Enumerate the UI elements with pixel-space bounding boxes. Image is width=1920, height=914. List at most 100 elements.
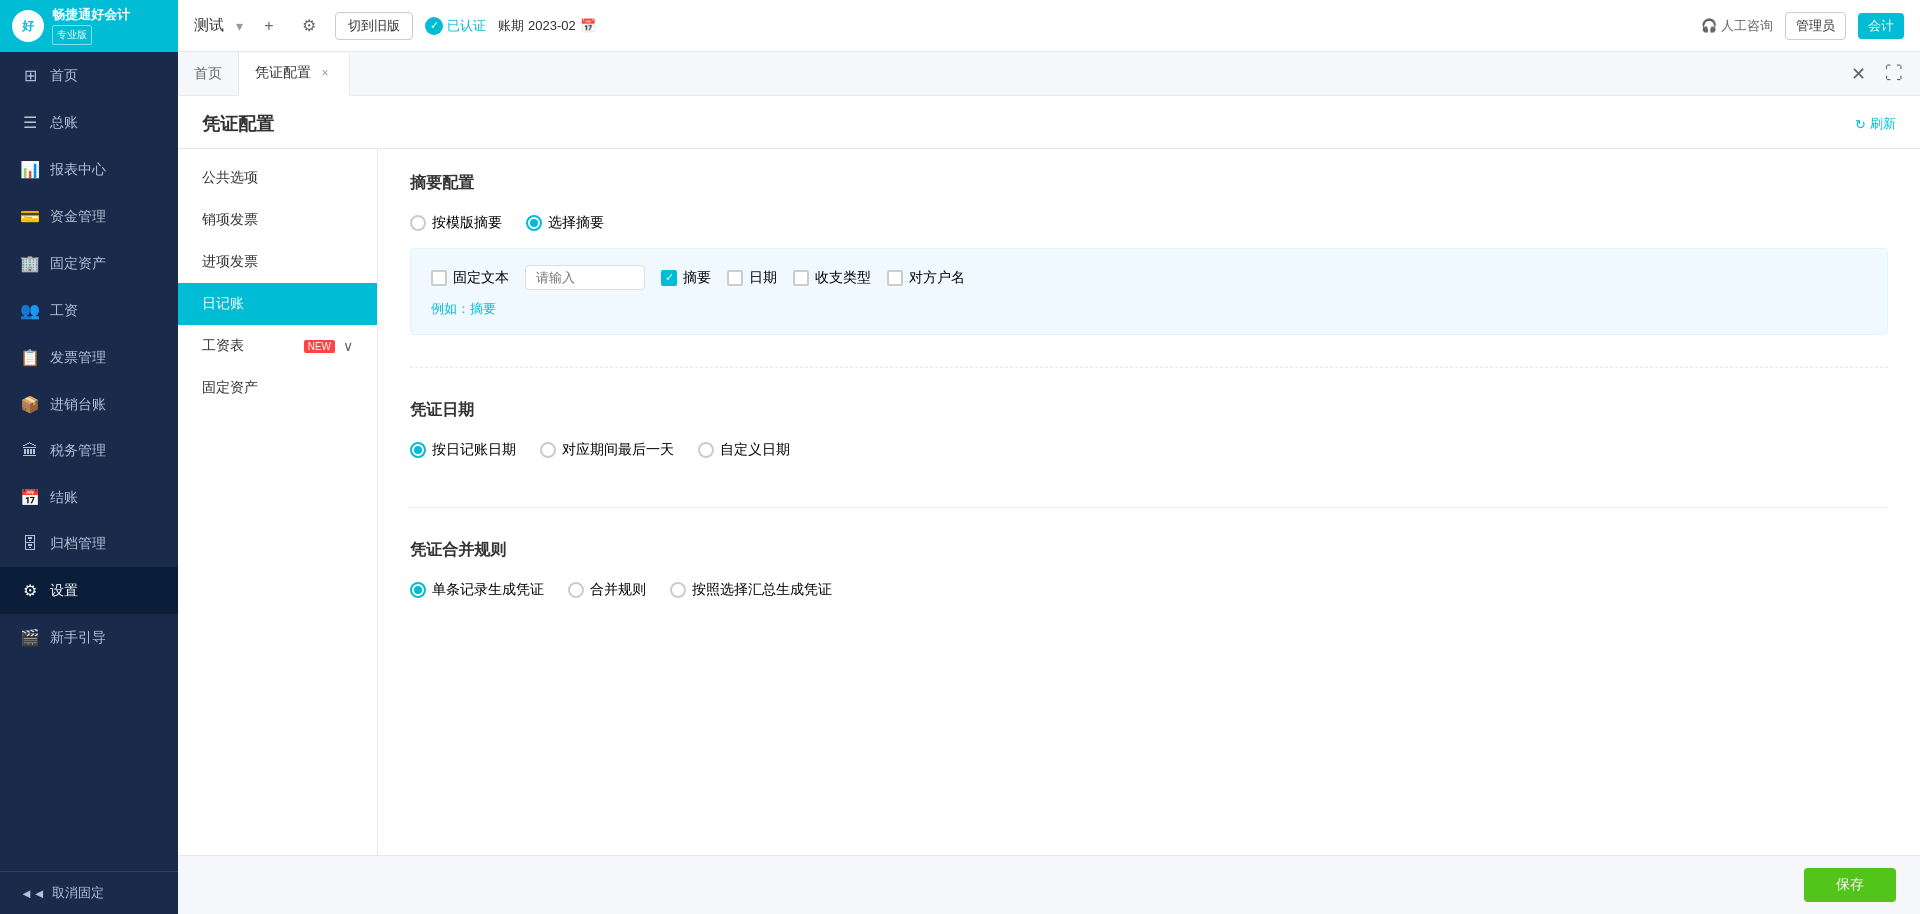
nav-item-journal[interactable]: 日记账 (178, 283, 377, 325)
tab-voucher-config[interactable]: 凭证配置 × (239, 53, 350, 96)
merge-section: 凭证合并规则 单条记录生成凭证 合并规则 按照选择汇总生成凭证 (410, 540, 1888, 647)
radio-merge-rules-circle[interactable] (568, 582, 584, 598)
radio-template-circle[interactable] (410, 215, 426, 231)
refresh-label: 刷新 (1870, 115, 1896, 133)
sidebar-item-close[interactable]: 📅 结账 (0, 474, 178, 521)
nav-item-payroll[interactable]: 工资表 NEW ∨ (178, 325, 377, 367)
sidebar-item-tax[interactable]: 🏛 税务管理 (0, 428, 178, 474)
content: 公共选项 销项发票 进项发票 日记账 工资表 NEW ∨ 固定资产 (178, 149, 1920, 914)
sidebar-label-settings: 设置 (50, 582, 78, 600)
summary-options-row: 固定文本 ✓ 摘要 日期 (431, 265, 1867, 290)
sidebar-item-guide[interactable]: 🎬 新手引导 (0, 614, 178, 661)
radio-select-label: 选择摘要 (548, 214, 604, 232)
sidebar-item-archive[interactable]: 🗄 归档管理 (0, 521, 178, 567)
checkbox-summary-box[interactable]: ✓ (661, 270, 677, 286)
radio-aggregate-label: 按照选择汇总生成凭证 (692, 581, 832, 599)
radio-journal-date-label: 按日记账日期 (432, 441, 516, 459)
radio-aggregate-circle[interactable] (670, 582, 686, 598)
sidebar-item-funds[interactable]: 💳 资金管理 (0, 193, 178, 240)
radio-custom-date-circle[interactable] (698, 442, 714, 458)
tabbar: 首页 凭证配置 × ✕ ⛶ (178, 52, 1920, 96)
right-content: 摘要配置 按模版摘要 选择摘要 (378, 149, 1920, 855)
sidebar-label-close: 结账 (50, 489, 78, 507)
radio-aggregate-item[interactable]: 按照选择汇总生成凭证 (670, 581, 832, 599)
tab-fullscreen-button[interactable]: ⛶ (1880, 60, 1908, 88)
content-body: 公共选项 销项发票 进项发票 日记账 工资表 NEW ∨ 固定资产 (178, 149, 1920, 855)
checkbox-cashflow-label: 收支类型 (815, 269, 871, 287)
sidebar-label-ledger: 总账 (50, 114, 78, 132)
tax-icon: 🏛 (20, 442, 40, 460)
certified-badge: ✓ 已认证 (425, 17, 486, 35)
refresh-button[interactable]: ↻ 刷新 (1855, 115, 1896, 133)
topbar: 测试 ▾ + ⚙ 切到旧版 ✓ 已认证 账期 2023-02 📅 🎧 人工咨询 … (178, 0, 1920, 52)
switch-old-version-button[interactable]: 切到旧版 (335, 12, 413, 40)
radio-custom-date-item[interactable]: 自定义日期 (698, 441, 790, 459)
tab-close-button[interactable]: × (317, 65, 333, 81)
checkbox-counterparty-label: 对方户名 (909, 269, 965, 287)
main-area: 测试 ▾ + ⚙ 切到旧版 ✓ 已认证 账期 2023-02 📅 🎧 人工咨询 … (178, 0, 1920, 914)
radio-select-item[interactable]: 选择摘要 (526, 214, 604, 232)
tab-close-window-button[interactable]: ✕ (1844, 60, 1872, 88)
radio-journal-date-item[interactable]: 按日记账日期 (410, 441, 516, 459)
checkbox-fixed-text[interactable]: 固定文本 (431, 269, 509, 287)
user-badge[interactable]: 管理员 (1785, 12, 1846, 40)
checkbox-date-box[interactable] (727, 270, 743, 286)
tab-home-label: 首页 (194, 65, 222, 83)
accountant-badge[interactable]: 会计 (1858, 13, 1904, 39)
merge-radio-group: 单条记录生成凭证 合并规则 按照选择汇总生成凭证 (410, 581, 1888, 599)
payroll-expand-icon: ∨ (343, 338, 353, 354)
radio-period-last-circle[interactable] (540, 442, 556, 458)
unpin-button[interactable]: ◄◄ 取消固定 (0, 871, 178, 914)
tab-home[interactable]: 首页 (178, 52, 239, 95)
archive-icon: 🗄 (20, 535, 40, 553)
radio-period-last-item[interactable]: 对应期间最后一天 (540, 441, 674, 459)
checkbox-counterparty[interactable]: 对方户名 (887, 269, 965, 287)
fixed-text-input[interactable] (525, 265, 645, 290)
sidebar-item-sales-purchase[interactable]: 📦 进销台账 (0, 381, 178, 428)
sidebar-label-tax: 税务管理 (50, 442, 106, 460)
sidebar-item-fixed-assets[interactable]: 🏢 固定资产 (0, 240, 178, 287)
radio-single-item[interactable]: 单条记录生成凭证 (410, 581, 544, 599)
nav-item-purchase[interactable]: 进项发票 (178, 241, 377, 283)
checkbox-cashflow[interactable]: 收支类型 (793, 269, 871, 287)
nav-item-public[interactable]: 公共选项 (178, 157, 377, 199)
radio-select-circle[interactable] (526, 215, 542, 231)
add-button[interactable]: + (255, 12, 283, 40)
checkbox-fixed-text-label: 固定文本 (453, 269, 509, 287)
calendar-icon[interactable]: 📅 (580, 18, 596, 33)
support-button[interactable]: 🎧 人工咨询 (1701, 17, 1773, 35)
checkbox-fixed-text-box[interactable] (431, 270, 447, 286)
radio-merge-rules-item[interactable]: 合并规则 (568, 581, 646, 599)
settings-gear-button[interactable]: ⚙ (295, 12, 323, 40)
sidebar-item-home[interactable]: ⊞ 首页 (0, 52, 178, 99)
sales-purchase-icon: 📦 (20, 395, 40, 414)
sidebar-label-invoice: 发票管理 (50, 349, 106, 367)
sidebar-label-archive: 归档管理 (50, 535, 106, 553)
sidebar-item-ledger[interactable]: ☰ 总账 (0, 99, 178, 146)
radio-single-circle[interactable] (410, 582, 426, 598)
checkbox-counterparty-box[interactable] (887, 270, 903, 286)
sidebar-item-reports[interactable]: 📊 报表中心 (0, 146, 178, 193)
checkbox-summary[interactable]: ✓ 摘要 (661, 269, 711, 287)
nav-item-fixed[interactable]: 固定资产 (178, 367, 377, 409)
checkbox-date[interactable]: 日期 (727, 269, 777, 287)
checkbox-cashflow-box[interactable] (793, 270, 809, 286)
checkbox-date-label: 日期 (749, 269, 777, 287)
close-period-icon: 📅 (20, 488, 40, 507)
radio-journal-date-circle[interactable] (410, 442, 426, 458)
edition-badge: 专业版 (52, 25, 92, 45)
sidebar-label-reports: 报表中心 (50, 161, 106, 179)
guide-icon: 🎬 (20, 628, 40, 647)
sidebar-item-settings[interactable]: ⚙ 设置 (0, 567, 178, 614)
sidebar-label-home: 首页 (50, 67, 78, 85)
sidebar-item-payroll[interactable]: 👥 工资 (0, 287, 178, 334)
chevron-down-icon[interactable]: ▾ (236, 18, 243, 34)
save-button[interactable]: 保存 (1804, 868, 1896, 902)
nav-item-sales[interactable]: 销项发票 (178, 199, 377, 241)
certified-icon: ✓ (425, 17, 443, 35)
page-header: 凭证配置 ↻ 刷新 (178, 96, 1920, 149)
example-value: 摘要 (470, 301, 496, 316)
radio-template-item[interactable]: 按模版摘要 (410, 214, 502, 232)
sidebar-item-invoice[interactable]: 📋 发票管理 (0, 334, 178, 381)
support-label: 人工咨询 (1721, 17, 1773, 35)
